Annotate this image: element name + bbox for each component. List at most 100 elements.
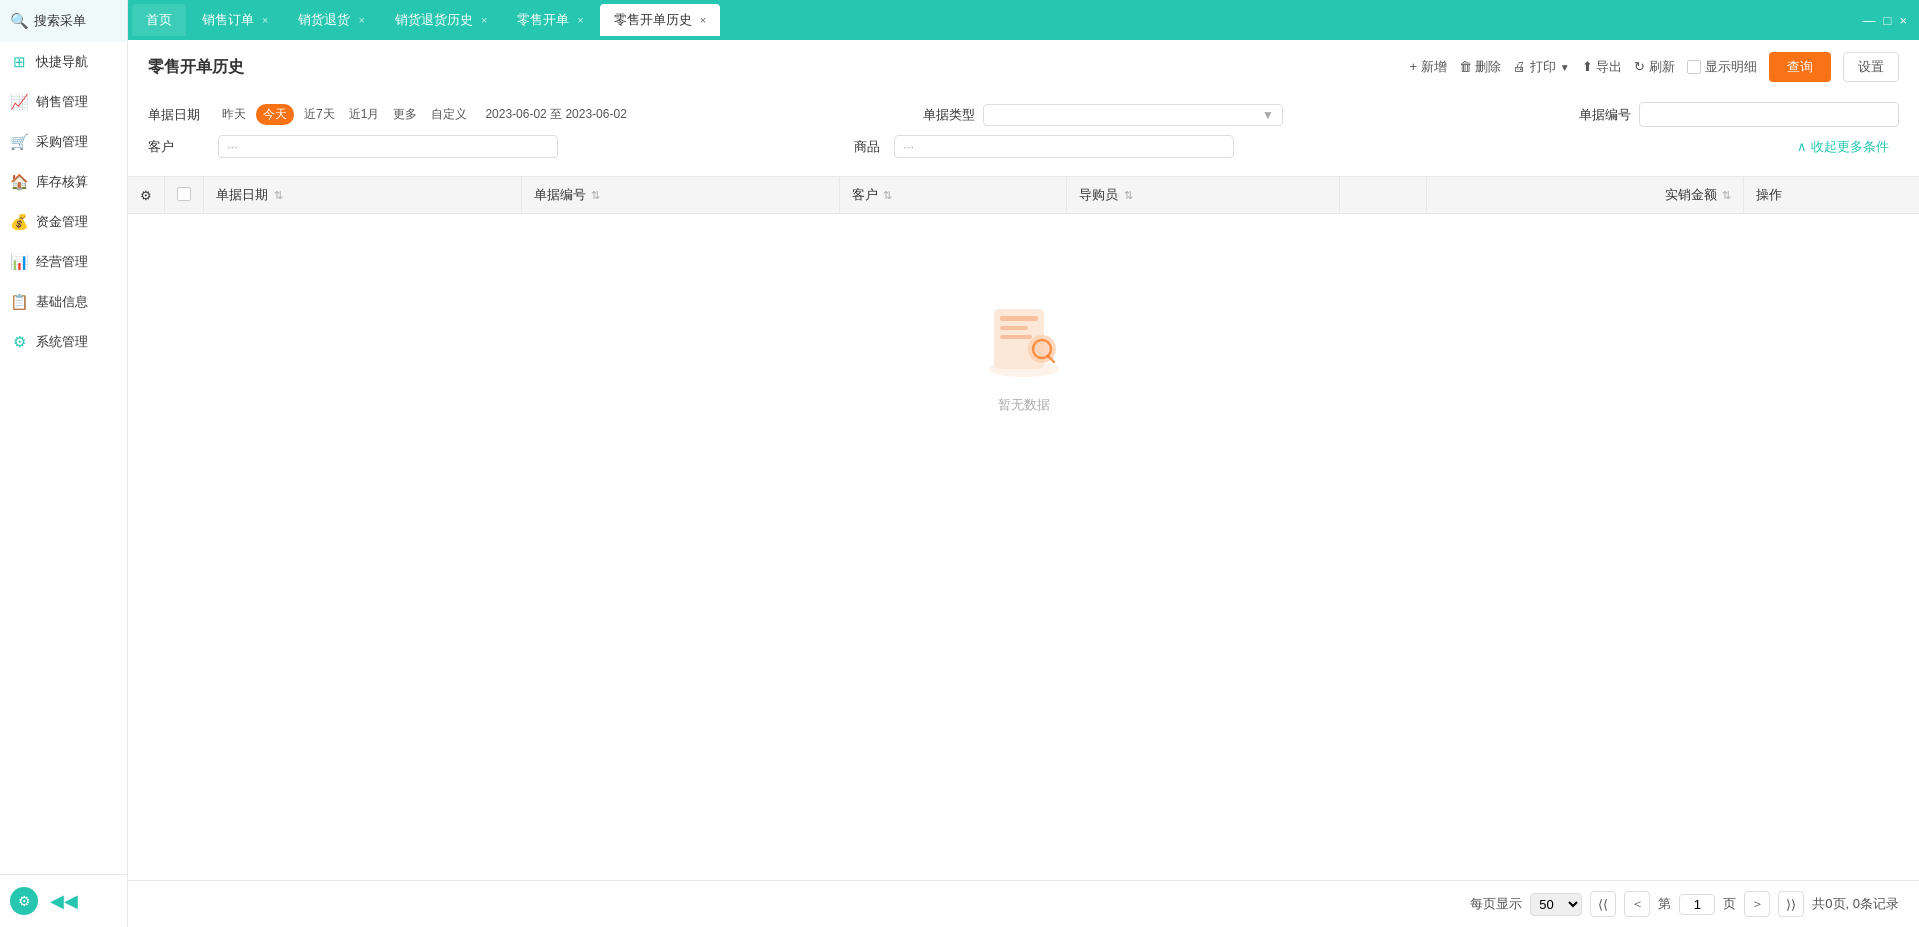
customer-select[interactable]: ··· xyxy=(218,135,558,158)
product-filter-label: 商品 xyxy=(854,138,894,156)
tab-retail-open[interactable]: 零售开单 × xyxy=(503,4,597,36)
add-button[interactable]: + 新增 xyxy=(1409,58,1446,76)
print-dropdown-icon[interactable]: ▼ xyxy=(1560,62,1570,73)
table-area: ⚙ 单据日期 ⇅ 单据编号 ⇅ 客户 ⇅ xyxy=(128,177,1919,880)
date-opt-last-month[interactable]: 近1月 xyxy=(345,104,384,125)
date-opt-yesterday[interactable]: 昨天 xyxy=(218,104,250,125)
th-amount[interactable]: 实销金额 ⇅ xyxy=(1426,177,1744,214)
show-detail-checkbox[interactable] xyxy=(1687,60,1701,74)
tab-sales-return[interactable]: 销货退货 × xyxy=(284,4,378,36)
date-opt-last7[interactable]: 近7天 xyxy=(300,104,339,125)
tab-sales-return-history-close[interactable]: × xyxy=(481,14,487,26)
tab-sales-order-close[interactable]: × xyxy=(262,14,268,26)
prev-page-button[interactable]: ＜ xyxy=(1624,891,1650,917)
tab-close-window-button[interactable]: × xyxy=(1899,13,1907,28)
refresh-button[interactable]: ↻ 刷新 xyxy=(1634,58,1675,76)
sidebar-collapse-button[interactable]: ◀◀ xyxy=(50,890,78,912)
tab-sales-order[interactable]: 销售订单 × xyxy=(188,4,282,36)
th-checkbox[interactable] xyxy=(165,177,204,214)
tab-retail-open-close[interactable]: × xyxy=(577,14,583,26)
tab-maximize-button[interactable]: □ xyxy=(1884,13,1892,28)
tab-retail-open-history[interactable]: 零售开单历史 × xyxy=(600,4,720,36)
data-table: ⚙ 单据日期 ⇅ 单据编号 ⇅ 客户 ⇅ xyxy=(128,177,1919,214)
page-unit-label: 第 xyxy=(1658,895,1671,913)
sidebar: 🔍 搜索采单 ⊞ 快捷导航 📈 销售管理 🛒 采购管理 🏠 库存核算 💰 资金管… xyxy=(0,0,128,927)
first-page-button[interactable]: ⟨⟨ xyxy=(1590,891,1616,917)
sidebar-item-sales-mgmt[interactable]: 📈 销售管理 xyxy=(0,82,127,122)
query-button[interactable]: 查询 xyxy=(1769,52,1831,82)
settings-gear-button[interactable]: ⚙ xyxy=(10,887,38,915)
customer-filter-label: 客户 xyxy=(148,138,218,156)
th-date[interactable]: 单据日期 ⇅ xyxy=(204,177,522,214)
sidebar-item-label: 系统管理 xyxy=(36,333,88,351)
tab-sales-order-label: 销售订单 xyxy=(202,11,254,29)
th-salesperson[interactable]: 导购员 ⇅ xyxy=(1067,177,1340,214)
empty-text: 暂无数据 xyxy=(998,396,1050,414)
collapse-filter-button[interactable]: ∧ 收起更多条件 xyxy=(1787,136,1899,158)
doc-type-filter-label: 单据类型 xyxy=(923,106,983,124)
sidebar-item-system-mgmt[interactable]: ⚙ 系统管理 xyxy=(0,322,127,362)
customer-value: ··· xyxy=(227,139,549,154)
product-select[interactable]: ··· xyxy=(894,135,1234,158)
empty-state: 暂无数据 xyxy=(128,214,1919,494)
last-page-button[interactable]: ⟩⟩ xyxy=(1778,891,1804,917)
pagination: 每页显示 10 20 50 100 ⟨⟨ ＜ 第 页 ＞ ⟩⟩ 共0页, 0条记… xyxy=(128,880,1919,927)
next-page-button[interactable]: ＞ xyxy=(1744,891,1770,917)
purchase-icon: 🛒 xyxy=(10,133,28,151)
table-settings-icon[interactable]: ⚙ xyxy=(140,188,152,203)
filter-area: 单据日期 昨天 今天 近7天 近1月 更多 自定义 2023-06-02 至 2… xyxy=(148,94,1899,176)
show-detail-checkbox-wrap[interactable]: 显示明细 xyxy=(1687,58,1757,76)
collapse-arrow-icon: ∧ xyxy=(1797,139,1807,154)
date-opt-today[interactable]: 今天 xyxy=(256,104,294,125)
doc-no-input[interactable] xyxy=(1639,102,1899,127)
sidebar-search[interactable]: 🔍 搜索采单 xyxy=(0,0,127,42)
salesperson-sort-icon: ⇅ xyxy=(1124,189,1133,201)
date-range-display: 2023-06-02 至 2023-06-02 xyxy=(485,106,626,123)
ops-icon: 📊 xyxy=(10,253,28,271)
date-opt-more[interactable]: 更多 xyxy=(389,104,421,125)
sidebar-item-inventory-mgmt[interactable]: 🏠 库存核算 xyxy=(0,162,127,202)
per-page-select[interactable]: 10 20 50 100 xyxy=(1530,893,1582,916)
sidebar-item-label: 采购管理 xyxy=(36,133,88,151)
tab-home-label: 首页 xyxy=(146,11,172,29)
tab-retail-open-history-close[interactable]: × xyxy=(700,14,706,26)
search-icon: 🔍 xyxy=(10,12,28,30)
tab-sales-return-close[interactable]: × xyxy=(358,14,364,26)
sidebar-item-ops-mgmt[interactable]: 📊 经营管理 xyxy=(0,242,127,282)
page-number-input[interactable] xyxy=(1679,894,1715,915)
th-customer[interactable]: 客户 ⇅ xyxy=(839,177,1067,214)
print-button[interactable]: 🖨 打印 ▼ xyxy=(1513,58,1570,76)
sidebar-item-quick-nav[interactable]: ⊞ 快捷导航 xyxy=(0,42,127,82)
date-opt-custom[interactable]: 自定义 xyxy=(427,104,471,125)
print-button-label: 🖨 打印 xyxy=(1513,58,1556,76)
select-all-checkbox[interactable] xyxy=(177,187,191,201)
tab-home[interactable]: 首页 xyxy=(132,4,186,36)
total-records-label: 共0页, 0条记录 xyxy=(1812,895,1899,913)
tab-sales-return-history-label: 销货退货历史 xyxy=(395,11,473,29)
date-filter-label: 单据日期 xyxy=(148,106,218,124)
filter-row-customer: 客户 ··· 商品 ··· ∧ 收起更多条件 xyxy=(148,135,1899,158)
svg-rect-2 xyxy=(1000,316,1038,321)
sidebar-bottom: ⚙ ◀◀ xyxy=(0,874,127,927)
inventory-icon: 🏠 xyxy=(10,173,28,191)
tab-minimize-button[interactable]: — xyxy=(1863,13,1876,28)
sidebar-item-basic-info[interactable]: 📋 基础信息 xyxy=(0,282,127,322)
doc-type-select[interactable]: ▼ xyxy=(983,104,1283,126)
tab-sales-return-history[interactable]: 销货退货历史 × xyxy=(381,4,501,36)
filter-row-date: 单据日期 昨天 今天 近7天 近1月 更多 自定义 2023-06-02 至 2… xyxy=(148,102,1899,127)
delete-button[interactable]: 🗑 删除 xyxy=(1459,58,1502,76)
doc-type-dropdown-icon: ▼ xyxy=(1262,108,1274,122)
date-sort-icon: ⇅ xyxy=(274,189,283,201)
per-page-label: 每页显示 xyxy=(1470,895,1522,913)
export-button[interactable]: ⬆ 导出 xyxy=(1582,58,1623,76)
settings-button[interactable]: 设置 xyxy=(1843,52,1899,82)
th-settings[interactable]: ⚙ xyxy=(128,177,165,214)
empty-icon xyxy=(974,294,1074,384)
tab-retail-open-label: 零售开单 xyxy=(517,11,569,29)
th-no[interactable]: 单据编号 ⇅ xyxy=(521,177,839,214)
export-button-label: ⬆ 导出 xyxy=(1582,58,1623,76)
sidebar-item-finance-mgmt[interactable]: 💰 资金管理 xyxy=(0,202,127,242)
sidebar-item-label: 库存核算 xyxy=(36,173,88,191)
sidebar-item-label: 快捷导航 xyxy=(36,53,88,71)
sidebar-item-purchase-mgmt[interactable]: 🛒 采购管理 xyxy=(0,122,127,162)
